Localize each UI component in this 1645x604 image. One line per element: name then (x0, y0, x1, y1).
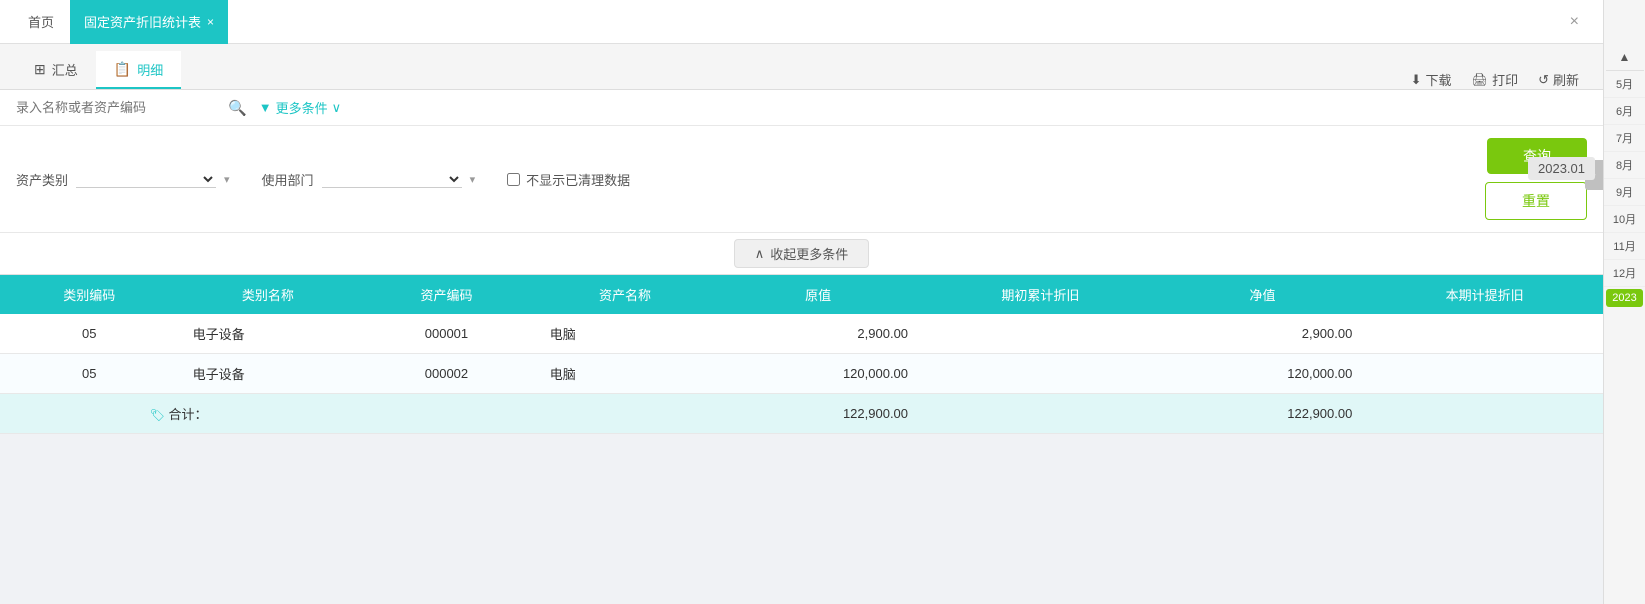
table-row: 05 电子设备 000001 电脑 2,900.00 2,900.00 (0, 314, 1603, 354)
tab-close-icon[interactable]: × (207, 15, 214, 29)
cell-code: 05 (0, 354, 179, 394)
cell-code: 05 (0, 314, 179, 354)
sidebar-month-10[interactable]: 10月 (1604, 206, 1645, 233)
print-label: 打印 (1492, 70, 1518, 89)
search-icon[interactable]: 🔍 (228, 99, 247, 117)
col-header-net-value: 净值 (1159, 275, 1367, 314)
sidebar-month-11[interactable]: 11月 (1604, 233, 1645, 260)
sidebar-month-5[interactable]: 5月 (1604, 71, 1645, 98)
col-header-asset-name: 资产名称 (536, 275, 715, 314)
more-filter-label: 更多条件 (276, 98, 328, 117)
cell-asset-code: 000001 (357, 314, 536, 354)
collapse-label: 收起更多条件 (770, 244, 848, 263)
asset-type-select[interactable] (76, 170, 216, 188)
table-header-row: 类别编码 类别名称 资产编码 资产名称 原值 期初累计折旧 净值 本期计提折旧 (0, 275, 1603, 314)
tab-title: 固定资产折旧统计表 (84, 12, 201, 31)
reset-button[interactable]: 重置 (1485, 182, 1587, 220)
department-filter: 使用部门 ▾ (262, 170, 476, 189)
tab-summary-label: 汇总 (52, 60, 78, 79)
collapse-row: ∧ 收起更多条件 (0, 233, 1603, 275)
search-bar: 🔍 ▼ 更多条件 ∨ (0, 90, 1603, 126)
cell-asset-code: 000002 (357, 354, 536, 394)
chevron-down-icon: ∨ (332, 100, 342, 116)
tab-summary[interactable]: ⊞ 汇总 (16, 51, 96, 89)
collapse-btn[interactable]: ∧ 收起更多条件 (734, 239, 870, 268)
sidebar-year-badge[interactable]: 2023 (1606, 289, 1642, 307)
more-filter-btn[interactable]: ▼ 更多条件 ∨ (259, 98, 341, 117)
department-label: 使用部门 (262, 170, 314, 189)
top-nav: 首页 固定资产折旧统计表 × × (0, 0, 1603, 44)
download-label: 下载 (1426, 70, 1452, 89)
tab-detail-label: 明细 (137, 60, 163, 79)
active-tab[interactable]: 固定资产折旧统计表 × (70, 0, 228, 44)
cell-original: 2,900.00 (714, 314, 922, 354)
col-header-current-depr: 本期计提折旧 (1366, 275, 1603, 314)
sidebar-month-12[interactable]: 12月 (1604, 260, 1645, 287)
sidebar-month-7[interactable]: 7月 (1604, 125, 1645, 152)
refresh-icon: ↺ (1538, 72, 1549, 88)
asset-type-label: 资产类别 (16, 170, 68, 189)
right-sidebar: ▲ 5月 6月 7月 8月 9月 10月 11月 12月 2023 (1603, 0, 1645, 604)
hide-cleared-checkbox[interactable] (507, 173, 520, 186)
print-icon: 🖨 (1472, 72, 1489, 88)
cell-net-value: 120,000.00 (1159, 354, 1367, 394)
cell-net-value: 2,900.00 (1159, 314, 1367, 354)
summary-icon: ⊞ (34, 61, 46, 78)
asset-type-filter: 资产类别 ▾ (16, 170, 230, 189)
date-badge: 2023.01 (1528, 157, 1595, 180)
print-button[interactable]: 🖨 打印 (1472, 70, 1519, 89)
refresh-button[interactable]: ↺ 刷新 (1538, 70, 1579, 89)
total-original: 122,900.00 (714, 394, 922, 434)
tab-bar: ⊞ 汇总 📋 明细 ⬇ 下载 🖨 打印 ↺ 刷新 (0, 44, 1603, 90)
cell-accum-depr (922, 354, 1159, 394)
filter-row: 资产类别 ▾ 使用部门 ▾ 不显示已清理数据 查询 重置 (0, 126, 1603, 233)
total-net-value: 122,900.00 (1159, 394, 1367, 434)
total-icon-label: 🏷 合计： (0, 394, 357, 434)
download-button[interactable]: ⬇ 下载 (1411, 70, 1452, 89)
collapse-icon: ∧ (755, 246, 765, 262)
cell-category: 电子设备 (179, 354, 358, 394)
cell-current-depr (1366, 354, 1603, 394)
cell-asset-name: 电脑 (536, 314, 715, 354)
cell-accum-depr (922, 314, 1159, 354)
col-header-asset-code: 资产编码 (357, 275, 536, 314)
department-dropdown-icon: ▾ (470, 173, 476, 186)
cell-asset-name: 电脑 (536, 354, 715, 394)
sidebar-month-8[interactable]: 8月 (1604, 152, 1645, 179)
detail-icon: 📋 (114, 61, 131, 78)
col-header-original: 原值 (714, 275, 922, 314)
refresh-label: 刷新 (1553, 70, 1579, 89)
col-header-accum-depr: 期初累计折旧 (922, 275, 1159, 314)
window-close-button[interactable]: × (1558, 13, 1591, 31)
table-row: 05 电子设备 000002 电脑 120,000.00 120,000.00 (0, 354, 1603, 394)
sidebar-month-9[interactable]: 9月 (1604, 179, 1645, 206)
download-icon: ⬇ (1411, 72, 1422, 88)
hide-cleared-group: 不显示已清理数据 (507, 170, 630, 189)
cell-category: 电子设备 (179, 314, 358, 354)
data-table-container: 类别编码 类别名称 资产编码 资产名称 原值 期初累计折旧 净值 本期计提折旧 … (0, 275, 1603, 434)
tab-detail[interactable]: 📋 明细 (96, 51, 181, 89)
search-input[interactable] (16, 100, 216, 115)
cell-current-depr (1366, 314, 1603, 354)
total-current-depr (1366, 394, 1603, 434)
department-select[interactable] (322, 170, 462, 188)
hide-cleared-label: 不显示已清理数据 (526, 170, 630, 189)
col-header-code: 类别编码 (0, 275, 179, 314)
asset-type-dropdown-icon: ▾ (224, 173, 230, 186)
total-accum-depr (922, 394, 1159, 434)
filter-icon: ▼ (259, 100, 272, 115)
table-total-row: 🏷 合计： 122,900.00 122,900.00 (0, 394, 1603, 434)
sidebar-month-6[interactable]: 6月 (1604, 98, 1645, 125)
data-table: 类别编码 类别名称 资产编码 资产名称 原值 期初累计折旧 净值 本期计提折旧 … (0, 275, 1603, 434)
col-header-category: 类别名称 (179, 275, 358, 314)
sidebar-up-btn[interactable]: ▲ (1606, 44, 1644, 71)
cell-original: 120,000.00 (714, 354, 922, 394)
home-nav-item[interactable]: 首页 (12, 12, 70, 31)
